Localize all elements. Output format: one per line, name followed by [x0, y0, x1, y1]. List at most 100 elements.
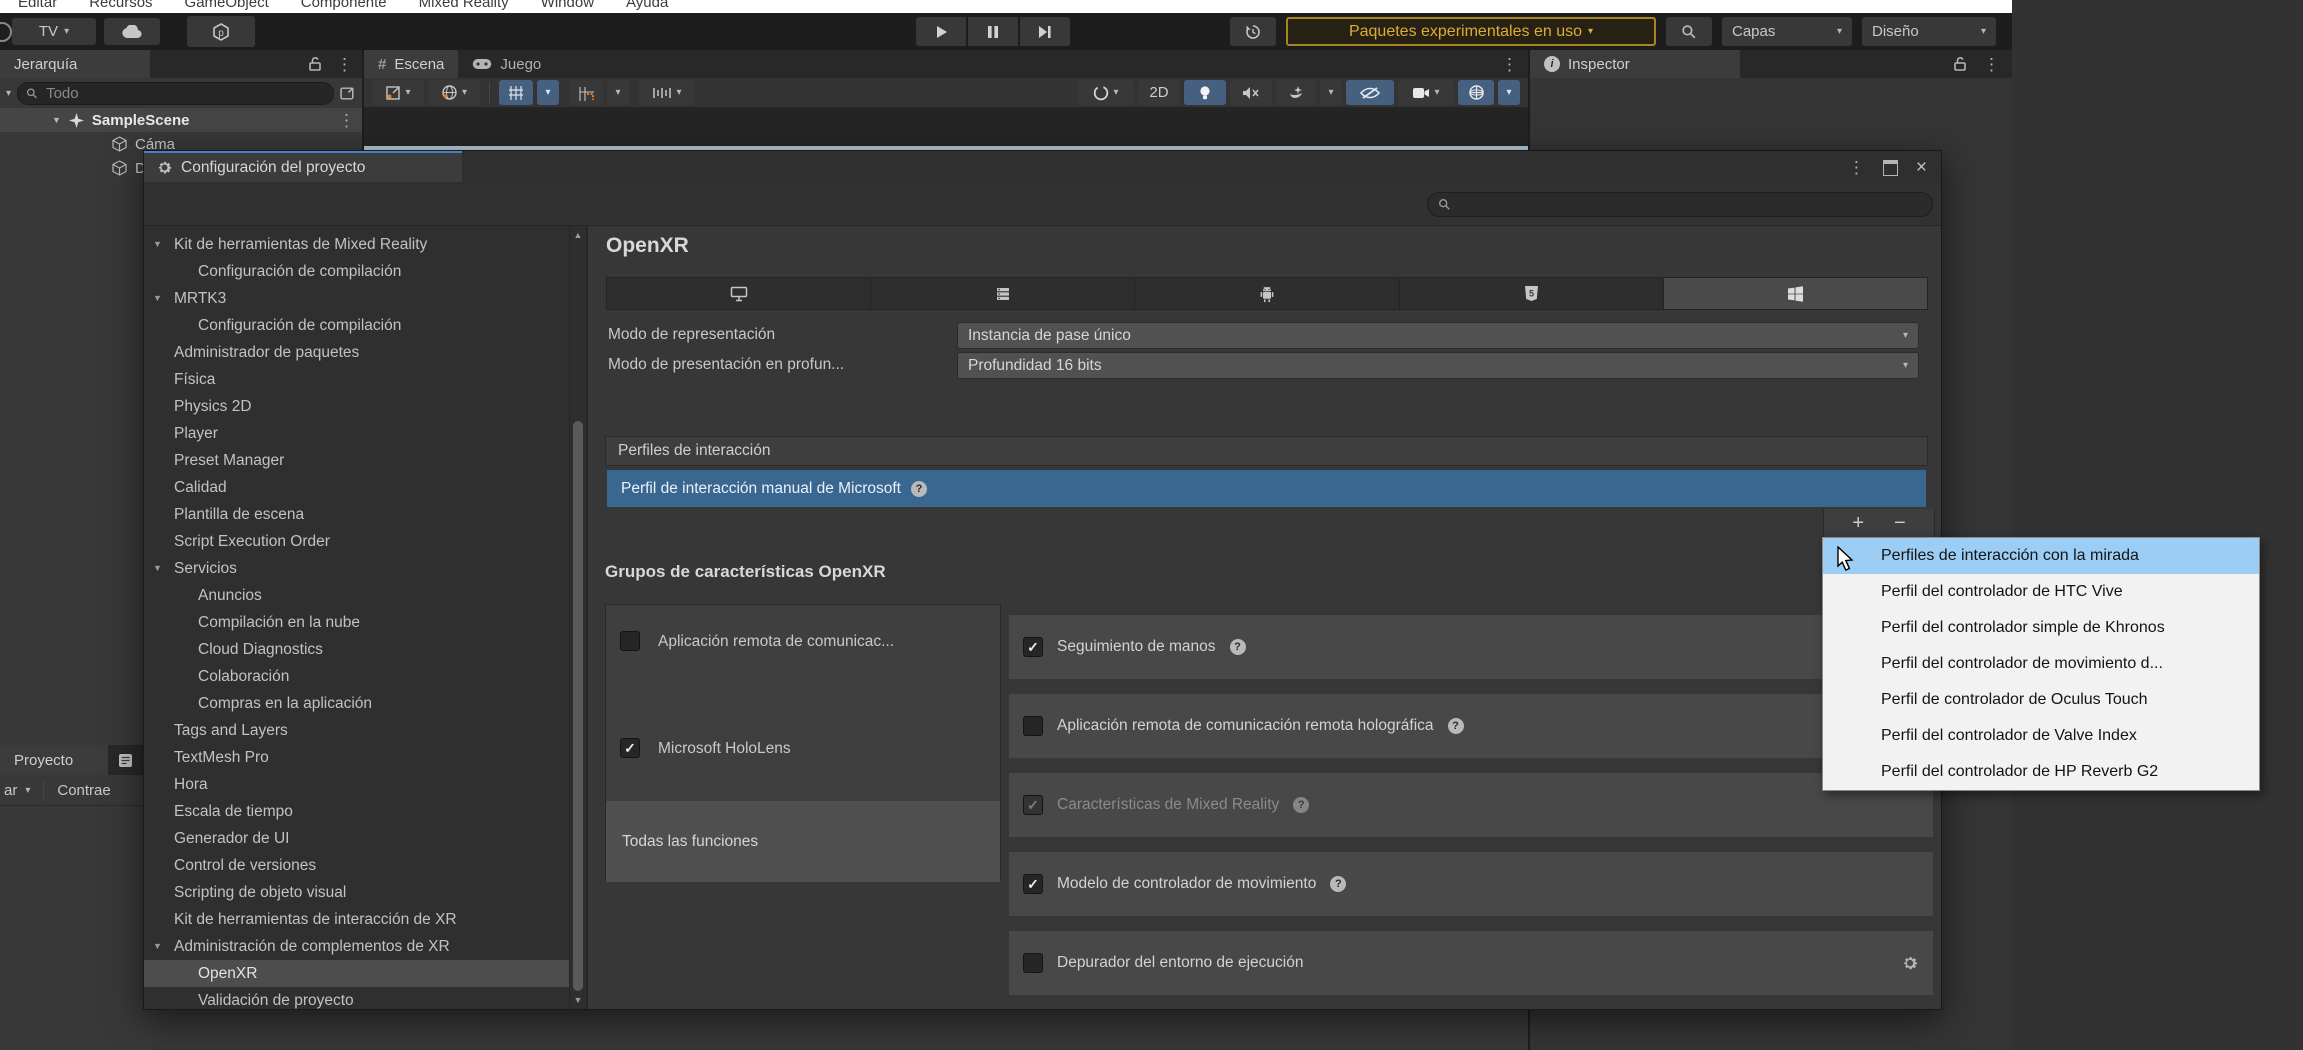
menu-ayuda[interactable]: Ayuda: [626, 0, 668, 11]
menu-window[interactable]: Window: [541, 0, 594, 11]
checkbox[interactable]: ✓: [1023, 637, 1043, 657]
tab-hierarchy[interactable]: Jerarquía: [0, 50, 150, 78]
nav-item-mrtk-toolkit[interactable]: ▼Kit de herramientas de Mixed Reality: [144, 231, 569, 258]
tv-dropdown[interactable]: TV ▾: [12, 18, 96, 45]
scene-render-top[interactable]: [364, 107, 1528, 146]
chevron-down-icon[interactable]: ▾: [25, 785, 30, 796]
help-icon[interactable]: ?: [1448, 718, 1464, 734]
menu-mixed-reality[interactable]: Mixed Reality: [419, 0, 509, 11]
nav-item-physics-2d[interactable]: Physics 2D: [144, 393, 569, 420]
collapse-button-partial[interactable]: Contrae: [57, 782, 110, 799]
nav-item-package-manager[interactable]: Administrador de paquetes: [144, 339, 569, 366]
tab-scene[interactable]: # Escena: [364, 50, 458, 78]
nav-item-player[interactable]: Player: [144, 420, 569, 447]
tab-project-settings[interactable]: Configuración del proyecto: [144, 151, 462, 182]
nav-item-xr-interaction-toolkit[interactable]: Kit de herramientas de interacción de XR: [144, 906, 569, 933]
maximize-icon[interactable]: [1883, 160, 1898, 176]
foldout-arrow-icon[interactable]: ▼: [153, 933, 162, 960]
menu-gameobject[interactable]: GameObject: [185, 0, 269, 11]
nav-item-build-config-2[interactable]: Configuración de compilación: [144, 312, 569, 339]
nav-item-tags-layers[interactable]: Tags and Layers: [144, 717, 569, 744]
nav-item-mrtk3[interactable]: ▼MRTK3: [144, 285, 569, 312]
kebab-menu-icon[interactable]: ⋮: [338, 112, 363, 129]
nav-item-version-control[interactable]: Control de versiones: [144, 852, 569, 879]
scroll-down-icon[interactable]: ▼: [570, 995, 586, 1005]
foldout-arrow-icon[interactable]: ▼: [52, 115, 61, 125]
settings-search-input[interactable]: [1457, 195, 1922, 214]
render-mode-select[interactable]: Instancia de pase único ▾: [957, 322, 1919, 349]
selected-profile-row[interactable]: Perfil de interacción manual de Microsof…: [607, 470, 1926, 507]
scrollbar-thumb[interactable]: [573, 421, 583, 991]
remove-profile-button[interactable]: −: [1894, 512, 1906, 535]
kebab-menu-icon[interactable]: ⋮: [336, 56, 353, 73]
handle-rotation-dropdown[interactable]: ▾: [428, 80, 480, 105]
effects-dropdown[interactable]: ▾: [1320, 80, 1342, 105]
camera-settings-dropdown[interactable]: ▾: [1398, 80, 1454, 105]
snap-increment-dropdown[interactable]: ▾: [607, 80, 629, 105]
menu-item-hp-reverb-g2-profile[interactable]: Perfil del controlador de HP Reverb G2: [1823, 754, 2259, 790]
menu-item-motion-controller-profile[interactable]: Perfil del controlador de movimiento d..…: [1823, 646, 2259, 682]
hololens-group-checkbox[interactable]: ✓: [620, 738, 640, 758]
scroll-up-icon[interactable]: ▲: [570, 230, 586, 240]
menu-editar[interactable]: Editar: [18, 0, 57, 11]
foldout-arrow-icon[interactable]: ▼: [153, 285, 162, 312]
hierarchy-search-input[interactable]: [44, 84, 325, 103]
menu-item-oculus-touch-profile[interactable]: Perfil de controlador de Oculus Touch: [1823, 682, 2259, 718]
help-icon[interactable]: ?: [911, 481, 927, 497]
play-button[interactable]: [916, 17, 966, 46]
nav-item-physics[interactable]: Física: [144, 366, 569, 393]
2d-toggle-button[interactable]: 2D: [1138, 80, 1180, 105]
create-button-partial[interactable]: ar: [4, 782, 17, 799]
effects-toggle-button[interactable]: [1276, 80, 1316, 105]
help-icon[interactable]: ?: [1230, 639, 1246, 655]
lock-icon[interactable]: [1953, 56, 1967, 72]
nav-item-ui-builder[interactable]: Generador de UI: [144, 825, 569, 852]
menu-item-valve-index-profile[interactable]: Perfil del controlador de Valve Index: [1823, 718, 2259, 754]
scene-row-sample-scene[interactable]: ▼ SampleScene ⋮: [0, 108, 363, 132]
nav-item-timeline[interactable]: Escala de tiempo: [144, 798, 569, 825]
feature-row-holographic-remoting[interactable]: Aplicación remota de comunicación remota…: [1009, 694, 1933, 758]
checkbox[interactable]: ✓: [1023, 874, 1043, 894]
checkbox[interactable]: [1023, 953, 1043, 973]
grid-snapping-dropdown[interactable]: ▾: [537, 80, 559, 105]
gizmos-dropdown[interactable]: ▾: [1498, 80, 1520, 105]
depth-mode-select[interactable]: Profundidad 16 bits ▾: [957, 352, 1919, 379]
gizmos-button[interactable]: [1458, 80, 1494, 105]
menu-item-htc-vive-profile[interactable]: Perfil del controlador de HTC Vive: [1823, 574, 2259, 610]
layers-dropdown[interactable]: Capas ▾: [1722, 17, 1852, 46]
tab-platform-webgl[interactable]: 5: [1400, 278, 1664, 309]
audio-mute-button[interactable]: [1230, 80, 1272, 105]
close-icon[interactable]: ×: [1916, 158, 1927, 177]
menu-item-khronos-simple-profile[interactable]: Perfil del controlador simple de Khronos: [1823, 610, 2259, 646]
tab-inspector[interactable]: i Inspector: [1530, 50, 1740, 78]
console-list-icon[interactable]: [118, 753, 133, 768]
pause-button[interactable]: [968, 17, 1018, 46]
tab-project[interactable]: Proyecto: [0, 745, 108, 775]
nav-item-collaborate[interactable]: Colaboración: [144, 663, 569, 690]
all-features-row[interactable]: Todas las funciones: [606, 801, 1000, 882]
feature-row-motion-controller-model[interactable]: ✓ Modelo de controlador de movimiento ?: [1009, 852, 1933, 916]
open-in-window-icon[interactable]: [340, 86, 357, 101]
feature-row-hand-tracking[interactable]: ✓ Seguimiento de manos ?: [1009, 615, 1933, 679]
nav-item-ads[interactable]: Anuncios: [144, 582, 569, 609]
nav-item-build-config[interactable]: Configuración de compilación: [144, 258, 569, 285]
search-button[interactable]: [1666, 17, 1712, 46]
foldout-arrow-icon[interactable]: ▼: [153, 231, 162, 258]
lighting-toggle-button[interactable]: [1184, 80, 1226, 105]
help-icon[interactable]: ?: [1293, 797, 1309, 813]
undo-history-button[interactable]: [1230, 17, 1276, 46]
plastic-scm-button[interactable]: p: [187, 16, 255, 47]
nav-item-cloud-diagnostics[interactable]: Cloud Diagnostics: [144, 636, 569, 663]
tab-platform-windows[interactable]: [1664, 278, 1927, 309]
nav-item-preset-manager[interactable]: Preset Manager: [144, 447, 569, 474]
remoting-group-checkbox[interactable]: [620, 631, 640, 651]
tab-platform-android[interactable]: [1135, 278, 1399, 309]
step-button[interactable]: [1020, 17, 1070, 46]
hierarchy-search[interactable]: [17, 82, 334, 105]
tab-game[interactable]: Juego: [458, 50, 555, 78]
kebab-menu-icon[interactable]: ⋮: [1983, 56, 2000, 73]
foldout-arrow-icon[interactable]: ▼: [153, 555, 162, 582]
nav-item-textmesh-pro[interactable]: TextMesh Pro: [144, 744, 569, 771]
experimental-packages-dropdown[interactable]: Paquetes experimentales en uso ▾: [1286, 17, 1656, 46]
nav-item-xr-plugin-management[interactable]: ▼Administración de complementos de XR: [144, 933, 569, 960]
